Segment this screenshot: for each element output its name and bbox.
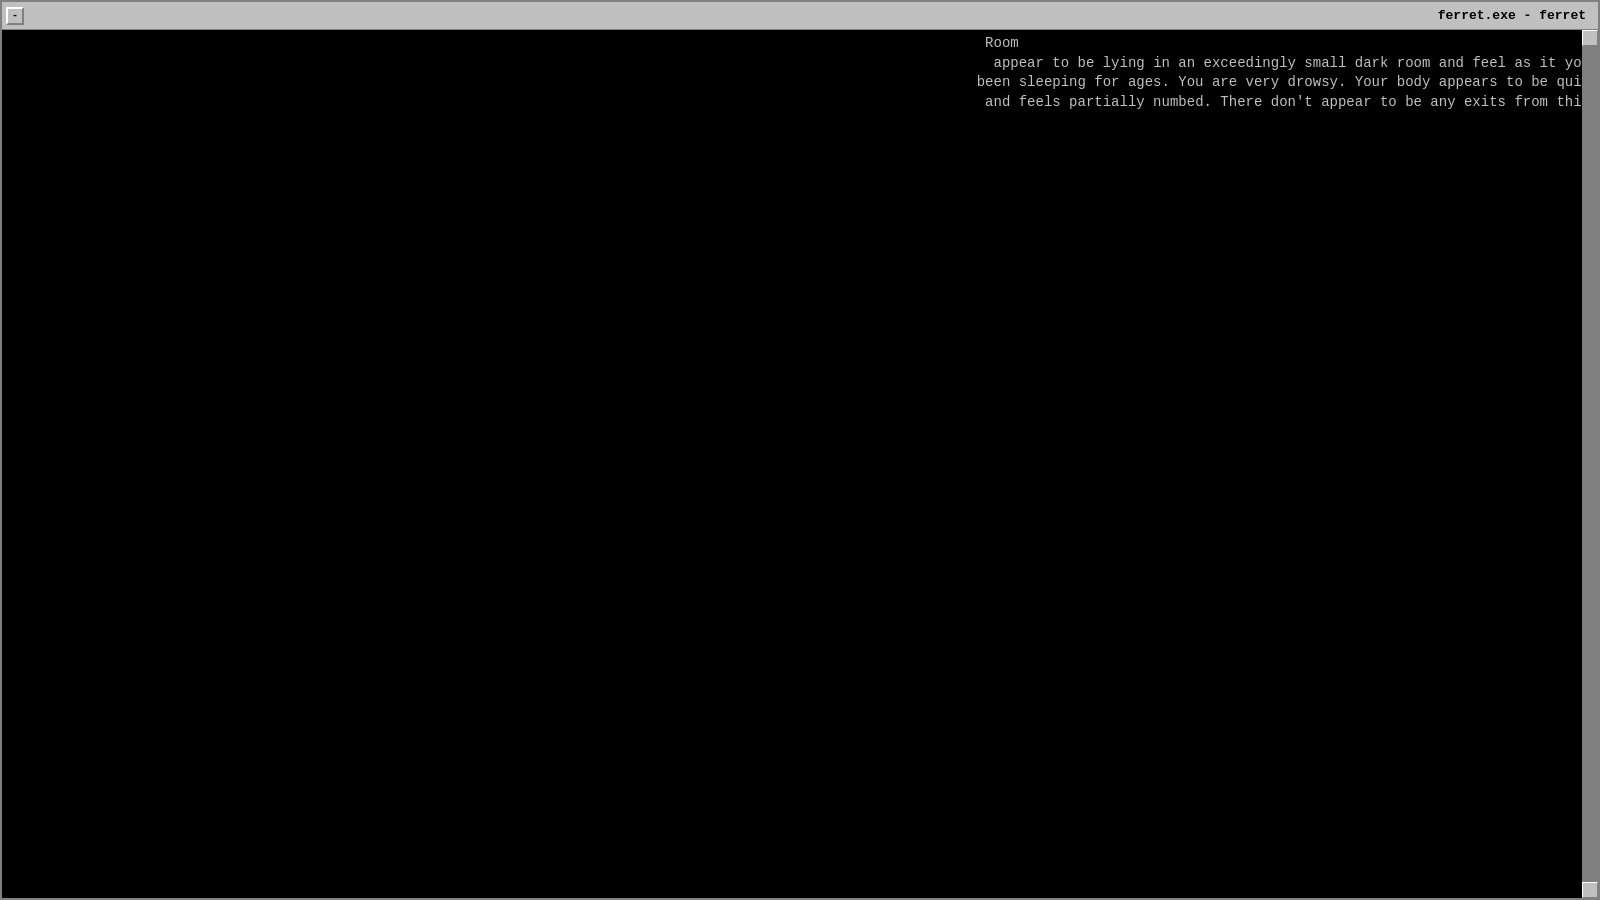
terminal-line: Room (10, 34, 1590, 54)
terminal-line: appear to be lying in an exceedingly sma… (10, 54, 1590, 74)
terminal-line: . (10, 112, 1590, 132)
scrollbar[interactable]: ▲ ▼ (1582, 30, 1598, 898)
terminal-output: Room appear to be lying in an exceedingl… (10, 34, 1590, 132)
minimize-button[interactable]: - (6, 7, 24, 25)
scroll-down-button[interactable]: ▼ (1582, 882, 1598, 898)
terminal-line: been sleeping for ages. You are very dro… (10, 73, 1590, 93)
terminal-area[interactable]: Room appear to be lying in an exceedingl… (2, 30, 1598, 898)
terminal-line: and feels partially numbed. There don't … (10, 93, 1590, 113)
window: - ferret.exe - ferret Room appear to be … (0, 0, 1600, 900)
title-bar: - ferret.exe - ferret (2, 2, 1598, 30)
window-title: ferret.exe - ferret (24, 8, 1594, 23)
scroll-up-button[interactable]: ▲ (1582, 30, 1598, 46)
scrollbar-track[interactable] (1582, 46, 1598, 882)
